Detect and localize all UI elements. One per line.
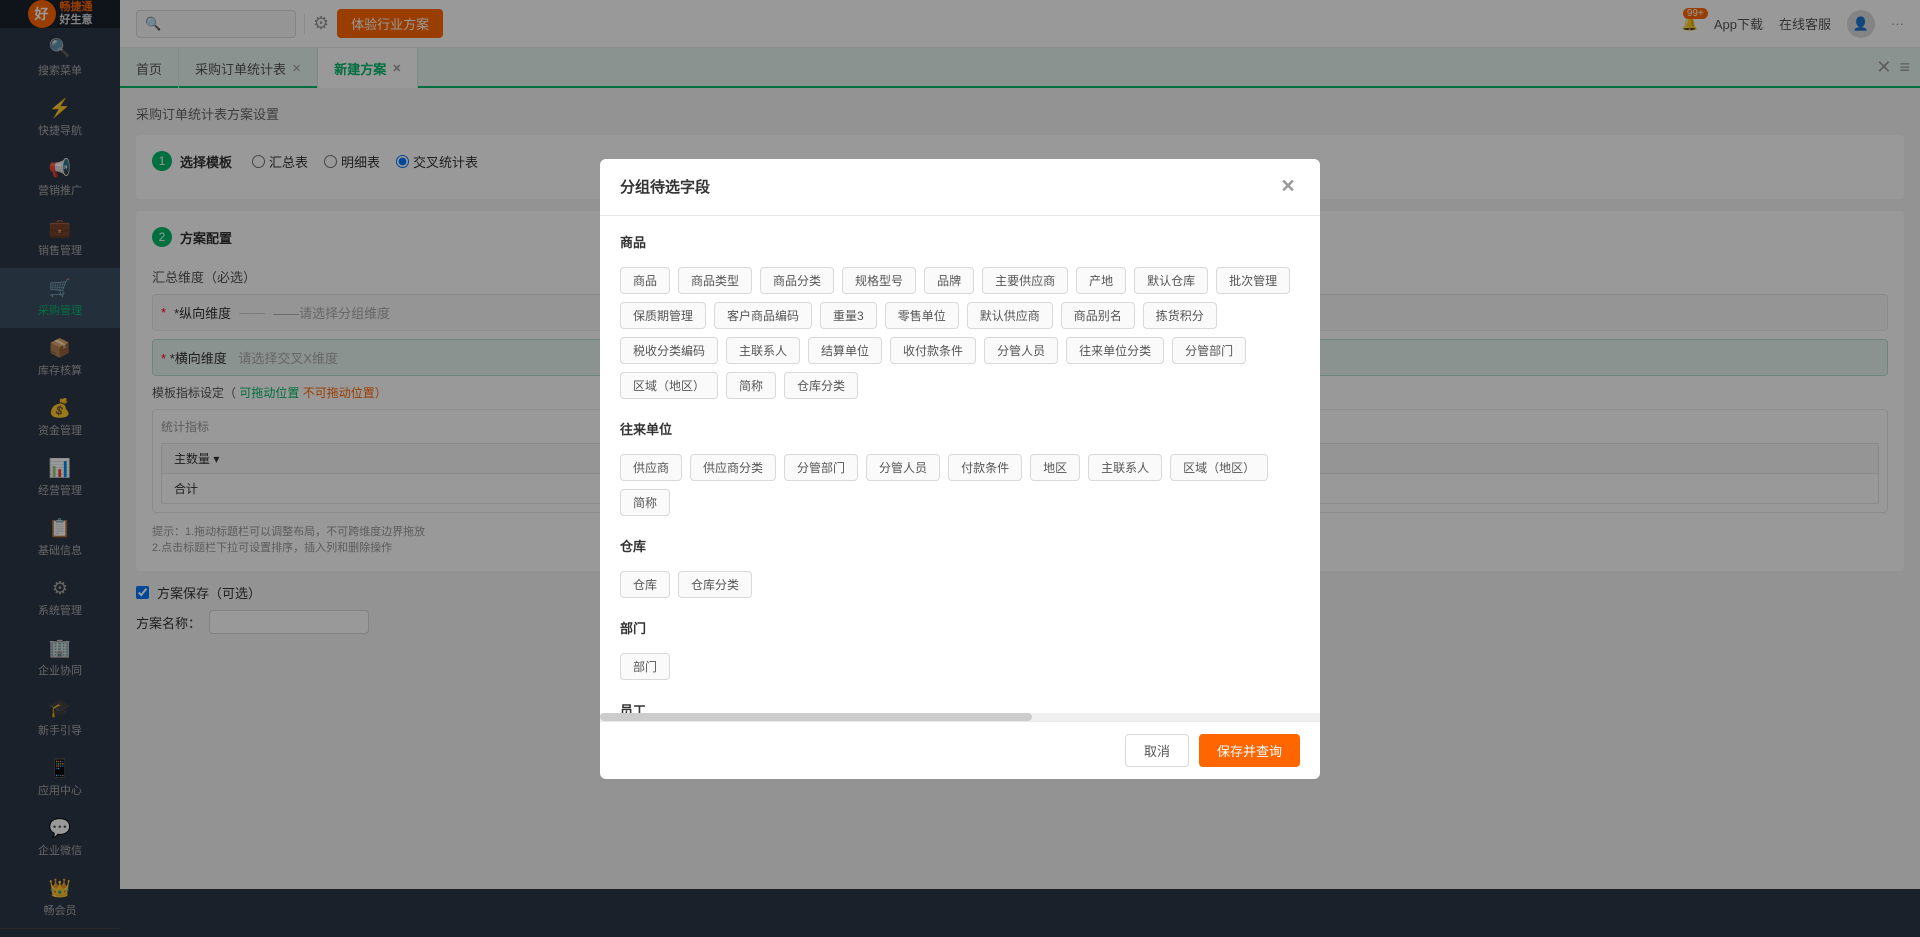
field-tag-supplier[interactable]: 供应商 [620,454,682,481]
field-tag-dept[interactable]: 分管部门 [1172,337,1246,364]
field-tag-main-contact2[interactable]: 主联系人 [1088,454,1162,481]
modal-scrollbar-thumb[interactable] [600,713,1032,721]
field-tag-retail-unit[interactable]: 零售单位 [885,302,959,329]
field-tag-expiry-mgmt[interactable]: 保质期管理 [620,302,706,329]
field-tag-settlement-unit[interactable]: 结算单位 [808,337,882,364]
field-tag-manage-person[interactable]: 分管人员 [866,454,940,481]
modal-header: 分组待选字段 ✕ [600,159,1320,216]
field-cat-warehouse: 仓库仓库仓库分类 [620,536,1300,598]
field-tag-supplier-cat[interactable]: 供应商分类 [690,454,776,481]
field-cat-department: 部门部门 [620,618,1300,680]
modal-title: 分组待选字段 [620,176,710,197]
field-cat-title-department: 部门 [620,618,1300,643]
modal-footer: 取消 保存并查询 [600,721,1320,779]
field-tags-warehouse: 仓库仓库分类 [620,571,1300,598]
field-cat-title-employee: 员工 [620,700,1300,713]
field-cat-title-warehouse: 仓库 [620,536,1300,561]
field-tag-batch-mgmt[interactable]: 批次管理 [1216,267,1290,294]
field-tag-wh[interactable]: 仓库 [620,571,670,598]
field-tags-department: 部门 [620,653,1300,680]
field-tag-wh-cat[interactable]: 仓库分类 [678,571,752,598]
field-cat-title-partner: 往来单位 [620,419,1300,444]
field-tag-area[interactable]: 地区 [1030,454,1080,481]
field-tag-brand[interactable]: 品牌 [924,267,974,294]
field-tag-default-supplier[interactable]: 默认供应商 [967,302,1053,329]
field-tag-origin[interactable]: 产地 [1076,267,1126,294]
field-tag-default-warehouse[interactable]: 默认仓库 [1134,267,1208,294]
field-tag-main-supplier[interactable]: 主要供应商 [982,267,1068,294]
field-tag-spec-type[interactable]: 规格型号 [842,267,916,294]
field-tag-pick-points[interactable]: 拣货积分 [1143,302,1217,329]
modal-body: 商品商品商品类型商品分类规格型号品牌主要供应商产地默认仓库批次管理保质期管理客户… [600,216,1320,713]
save-button[interactable]: 保存并查询 [1199,734,1300,767]
field-tag-main-contact[interactable]: 主联系人 [726,337,800,364]
field-tag-commodity-type[interactable]: 商品类型 [678,267,752,294]
modal-close-btn[interactable]: ✕ [1276,175,1300,199]
field-tags-product: 商品商品类型商品分类规格型号品牌主要供应商产地默认仓库批次管理保质期管理客户商品… [620,267,1300,399]
field-tag-commodity-category[interactable]: 商品分类 [760,267,834,294]
field-tag-short-name2[interactable]: 简称 [620,489,670,516]
field-cat-product: 商品商品商品类型商品分类规格型号品牌主要供应商产地默认仓库批次管理保质期管理客户… [620,232,1300,399]
field-tags-partner: 供应商供应商分类分管部门分管人员付款条件地区主联系人区域（地区） 简称 [620,454,1300,516]
field-tag-commodity[interactable]: 商品 [620,267,670,294]
field-tag-tax-code[interactable]: 税收分类编码 [620,337,718,364]
field-tag-region2[interactable]: 区域（地区） [1170,454,1268,481]
field-cat-partner: 往来单位供应商供应商分类分管部门分管人员付款条件地区主联系人区域（地区） 简称 [620,419,1300,516]
field-tag-manage-dept[interactable]: 分管部门 [784,454,858,481]
field-tag-payment-terms[interactable]: 收付款条件 [890,337,976,364]
modal-scrollbar-track [600,713,1320,721]
field-tag-customer-code[interactable]: 客户商品编码 [714,302,812,329]
modal-overlay: 分组待选字段 ✕ 商品商品商品类型商品分类规格型号品牌主要供应商产地默认仓库批次… [0,0,1920,937]
field-tag-payment-cond[interactable]: 付款条件 [948,454,1022,481]
field-cat-employee: 员工业务员 [620,700,1300,713]
field-tag-region[interactable]: 区域（地区） [620,372,718,399]
field-tag-manager[interactable]: 分管人员 [984,337,1058,364]
field-tag-source-unit-cat[interactable]: 往来单位分类 [1066,337,1164,364]
modal-dialog: 分组待选字段 ✕ 商品商品商品类型商品分类规格型号品牌主要供应商产地默认仓库批次… [600,159,1320,779]
field-tag-short-name[interactable]: 简称 [726,372,776,399]
field-tag-dept2[interactable]: 部门 [620,653,670,680]
field-tag-weight3[interactable]: 重量3 [820,302,877,329]
field-tag-warehouse-cat[interactable]: 仓库分类 [784,372,858,399]
field-cat-title-product: 商品 [620,232,1300,257]
cancel-button[interactable]: 取消 [1125,734,1189,767]
field-tag-alias[interactable]: 商品别名 [1061,302,1135,329]
